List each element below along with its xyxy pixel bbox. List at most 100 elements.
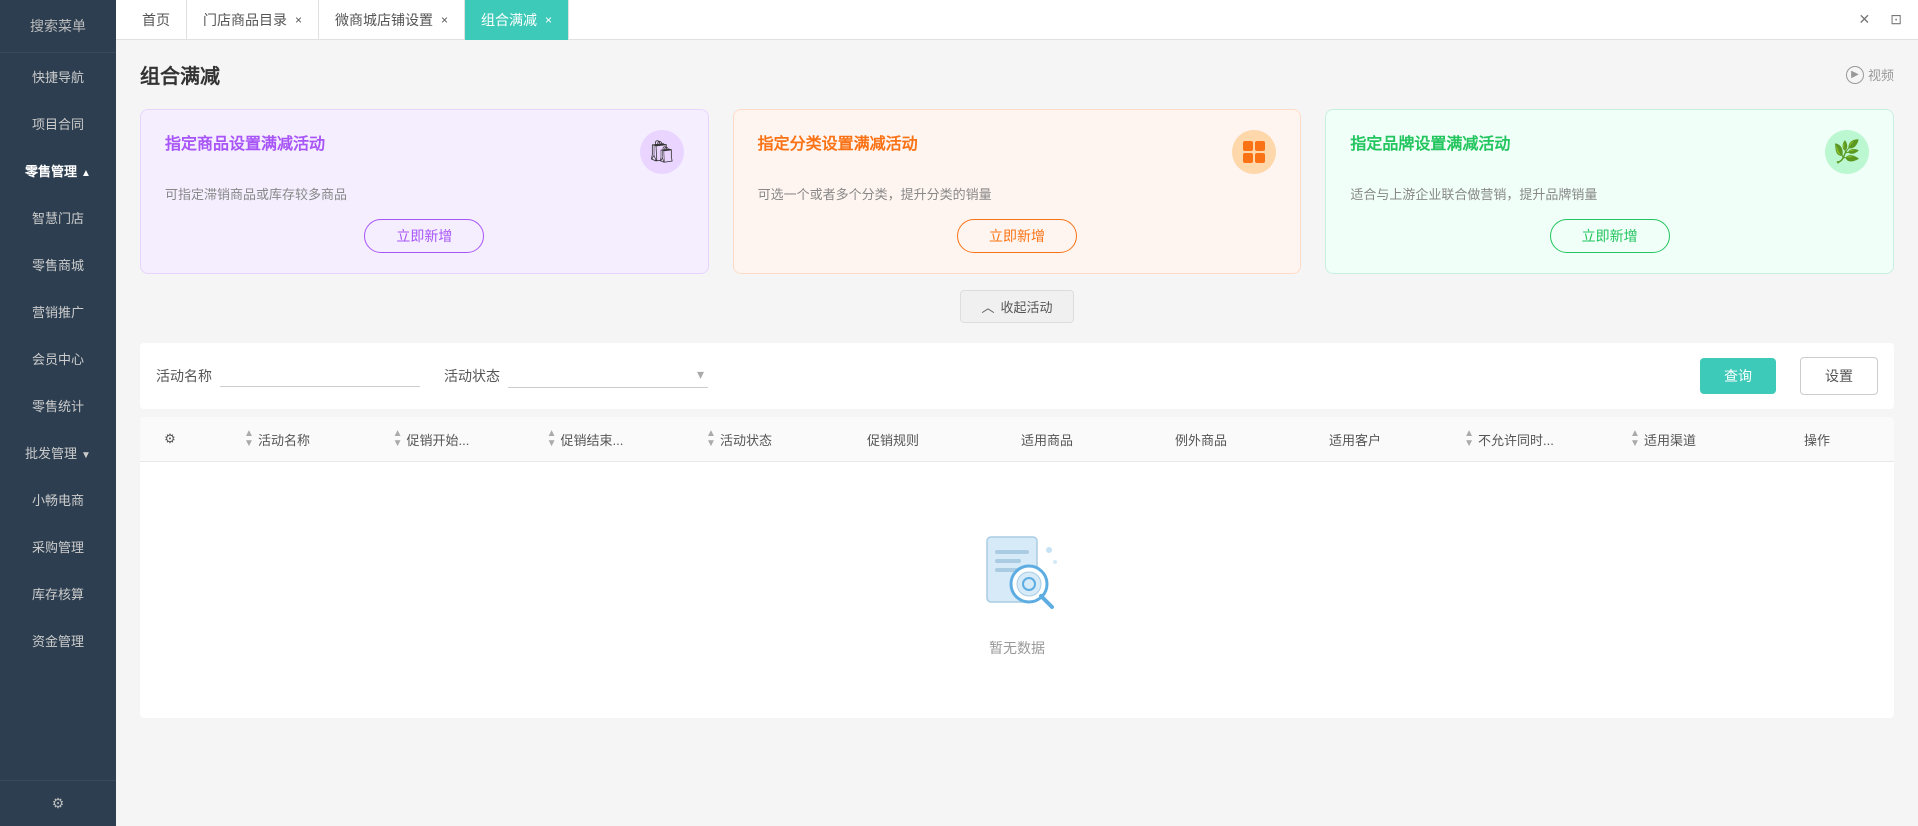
tab-combo-discount-label: 组合满减 [481, 10, 537, 30]
sort-status-icon: ▲▼ [706, 429, 716, 449]
filter-name: 活动名称 [156, 366, 420, 387]
tab-combo-discount-close[interactable]: × [545, 13, 552, 27]
setting-button[interactable]: 设置 [1800, 357, 1878, 395]
th-exclusive-label: 不允许同时... [1478, 430, 1554, 449]
category-activity-card: 指定分类设置满减活动 可选一个或者多个分类，提升分类的销量 立即新增 [733, 109, 1302, 274]
sort-channel-icon: ▲▼ [1630, 429, 1640, 449]
collapse-label: 收起活动 [1001, 297, 1053, 316]
category-card-title: 指定分类设置满减活动 [758, 130, 918, 154]
th-channel[interactable]: ▲▼ 适用渠道 [1586, 429, 1740, 449]
tab-wechat-shop-close[interactable]: × [441, 13, 448, 27]
page-header: 组合满减 ▶ 视频 [140, 60, 1894, 89]
leaf-icon: 🌿 [1833, 139, 1860, 165]
sort-name-icon: ▲▼ [244, 429, 254, 449]
filter-section: 活动名称 活动状态 ▾ 查询 设置 [140, 343, 1894, 409]
sort-exclusive-icon: ▲▼ [1464, 429, 1474, 449]
sidebar-search[interactable]: 搜索菜单 [0, 0, 116, 53]
product-card-btn[interactable]: 立即新增 [364, 219, 484, 253]
chevron-down-icon: ▾ [697, 366, 704, 383]
sidebar: 搜索菜单 快捷导航 项目合同 零售管理 智慧门店 零售商城 营销推广 会员中心 … [0, 0, 116, 826]
collapse-chevron-icon: ︿ [981, 297, 994, 316]
gear-icon: ⚙ [164, 431, 176, 447]
th-start-label: 促销开始... [407, 430, 470, 449]
filter-row: 活动名称 活动状态 ▾ 查询 设置 [156, 357, 1878, 395]
product-activity-card: 指定商品设置满减活动 🛍 可指定滞销商品或库存较多商品 立即新增 [140, 109, 709, 274]
sidebar-item-member-center[interactable]: 会员中心 [0, 335, 116, 382]
page-title: 组合满减 [140, 60, 220, 89]
tab-store-catalog[interactable]: 门店商品目录 × [187, 0, 319, 40]
video-link[interactable]: ▶ 视频 [1846, 65, 1894, 84]
th-status[interactable]: ▲▼ 活动状态 [662, 429, 816, 449]
filter-name-label: 活动名称 [156, 366, 212, 386]
th-settings[interactable]: ⚙ [140, 431, 200, 447]
category-card-btn[interactable]: 立即新增 [957, 219, 1077, 253]
query-button[interactable]: 查询 [1700, 358, 1776, 394]
sidebar-item-finance[interactable]: 资金管理 [0, 617, 116, 664]
th-status-label: 活动状态 [720, 430, 772, 449]
filter-name-input[interactable] [220, 366, 420, 387]
product-card-icon: 🛍 [640, 130, 684, 174]
th-rule-label: 促销规则 [867, 430, 919, 449]
tab-wechat-shop-label: 微商城店铺设置 [335, 10, 433, 30]
th-actions: 操作 [1740, 430, 1894, 449]
main-area: 首页 门店商品目录 × 微商城店铺设置 × 组合满减 × ✕ ⊡ 组合满减 ▶ … [116, 0, 1918, 826]
th-end[interactable]: ▲▼ 促销结束... [508, 429, 662, 449]
sidebar-item-retail-mall[interactable]: 零售商城 [0, 241, 116, 288]
window-maximize-btn[interactable]: ⊡ [1884, 9, 1908, 30]
table-header: ⚙ ▲▼ 活动名称 ▲▼ 促销开始... ▲▼ 促销结束... [140, 417, 1894, 462]
sidebar-item-marketing[interactable]: 营销推广 [0, 288, 116, 335]
bag-icon: 🛍 [648, 139, 676, 165]
tab-combo-discount[interactable]: 组合满减 × [465, 0, 569, 40]
category-card-desc: 可选一个或者多个分类，提升分类的销量 [758, 184, 1277, 203]
filter-status-select[interactable]: ▾ [508, 364, 708, 388]
tab-home-label: 首页 [142, 10, 170, 30]
sidebar-item-quick-nav[interactable]: 快捷导航 [0, 53, 116, 100]
th-start[interactable]: ▲▼ 促销开始... [354, 429, 508, 449]
sort-end-icon: ▲▼ [547, 429, 557, 449]
brand-card-header: 指定品牌设置满减活动 🌿 [1350, 130, 1869, 174]
brand-card-desc: 适合与上游企业联合做营销，提升品牌销量 [1350, 184, 1869, 203]
product-card-header: 指定商品设置满减活动 🛍 [165, 130, 684, 174]
tab-store-catalog-close[interactable]: × [295, 13, 302, 27]
sidebar-item-retail-mgmt[interactable]: 零售管理 [0, 147, 116, 194]
data-table: ⚙ ▲▼ 活动名称 ▲▼ 促销开始... ▲▼ 促销结束... [140, 417, 1894, 718]
sidebar-item-inventory[interactable]: 库存核算 [0, 570, 116, 617]
tab-bar: 首页 门店商品目录 × 微商城店铺设置 × 组合满减 × ✕ ⊡ [116, 0, 1918, 40]
th-name[interactable]: ▲▼ 活动名称 [200, 429, 354, 449]
video-label: 视频 [1868, 65, 1894, 84]
sidebar-item-purchase-mgmt[interactable]: 采购管理 [0, 523, 116, 570]
empty-illustration [967, 522, 1067, 622]
collapse-bar: ︿ 收起活动 [140, 290, 1894, 323]
brand-activity-card: 指定品牌设置满减活动 🌿 适合与上游企业联合做营销，提升品牌销量 立即新增 [1325, 109, 1894, 274]
brand-card-btn[interactable]: 立即新增 [1550, 219, 1670, 253]
th-rule: 促销规则 [816, 430, 970, 449]
th-customers: 适用客户 [1278, 430, 1432, 449]
activity-cards: 指定商品设置满减活动 🛍 可指定滞销商品或库存较多商品 立即新增 指定分类设置满… [140, 109, 1894, 274]
th-exclusive[interactable]: ▲▼ 不允许同时... [1432, 429, 1586, 449]
sidebar-item-xiaochange[interactable]: 小畅电商 [0, 476, 116, 523]
sidebar-item-smart-store[interactable]: 智慧门店 [0, 194, 116, 241]
window-close-btn[interactable]: ✕ [1853, 9, 1877, 30]
th-products: 适用商品 [970, 430, 1124, 449]
th-exceptions-label: 例外商品 [1175, 430, 1227, 449]
play-icon: ▶ [1846, 66, 1864, 84]
brand-card-icon: 🌿 [1825, 130, 1869, 174]
category-card-header: 指定分类设置满减活动 [758, 130, 1277, 174]
sidebar-item-project-contract[interactable]: 项目合同 [0, 100, 116, 147]
th-end-label: 促销结束... [561, 430, 624, 449]
grid-icon [1243, 141, 1265, 163]
th-exceptions: 例外商品 [1124, 430, 1278, 449]
window-controls: ✕ ⊡ [1853, 9, 1908, 30]
tab-wechat-shop[interactable]: 微商城店铺设置 × [319, 0, 465, 40]
sidebar-item-retail-stats[interactable]: 零售统计 [0, 382, 116, 429]
tab-home[interactable]: 首页 [126, 0, 187, 40]
filter-status: 活动状态 ▾ [444, 364, 708, 388]
sidebar-settings[interactable]: ⚙ [0, 780, 116, 826]
sidebar-item-wholesale-mgmt[interactable]: 批发管理 [0, 429, 116, 476]
filter-status-label: 活动状态 [444, 366, 500, 386]
th-customers-label: 适用客户 [1329, 430, 1381, 449]
th-channel-label: 适用渠道 [1644, 430, 1696, 449]
product-card-title: 指定商品设置满减活动 [165, 130, 325, 154]
collapse-btn[interactable]: ︿ 收起活动 [960, 290, 1073, 323]
th-products-label: 适用商品 [1021, 430, 1073, 449]
